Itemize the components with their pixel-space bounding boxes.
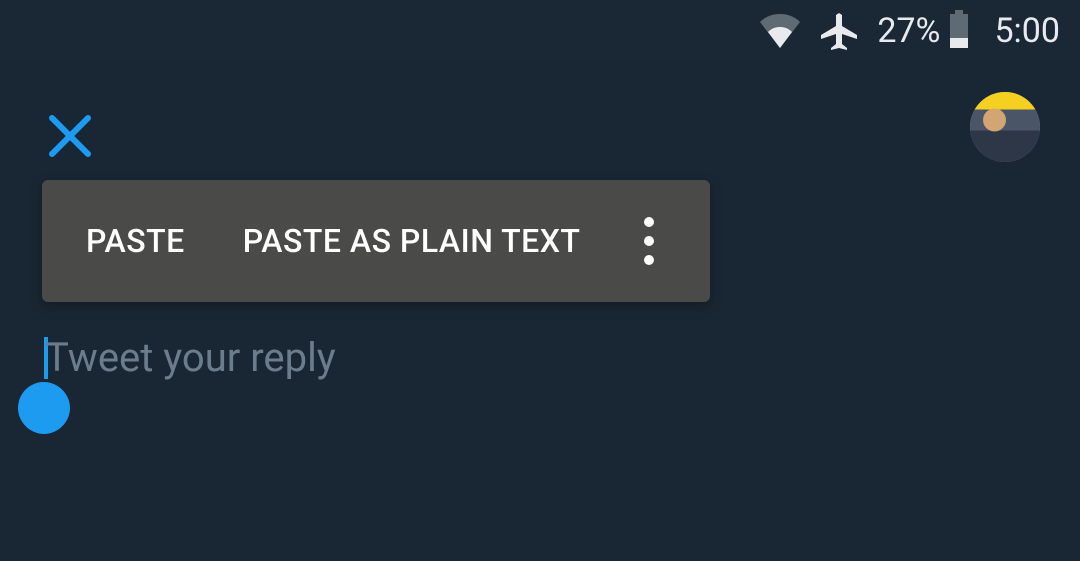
close-button[interactable]	[48, 114, 92, 162]
context-menu: PASTE PASTE AS PLAIN TEXT	[42, 180, 710, 302]
airplane-icon	[819, 11, 859, 51]
profile-avatar[interactable]	[970, 92, 1040, 162]
paste-menu-item[interactable]: PASTE	[78, 222, 193, 260]
battery-percent-label: 27%	[877, 11, 940, 51]
clock-label: 5:00	[994, 11, 1060, 51]
more-options-icon[interactable]	[634, 207, 664, 275]
status-bar: 27% 5:00	[0, 0, 1080, 62]
reply-input[interactable]: Tweet your reply	[44, 334, 336, 381]
wifi-icon	[759, 14, 801, 48]
battery-icon	[948, 10, 970, 52]
battery-status: 27%	[877, 10, 970, 52]
compose-screen: PASTE PASTE AS PLAIN TEXT Tweet your rep…	[0, 62, 1080, 561]
reply-placeholder: Tweet your reply	[45, 334, 336, 381]
paste-plain-text-menu-item[interactable]: PASTE AS PLAIN TEXT	[235, 222, 589, 260]
text-selection-handle[interactable]	[18, 382, 70, 434]
